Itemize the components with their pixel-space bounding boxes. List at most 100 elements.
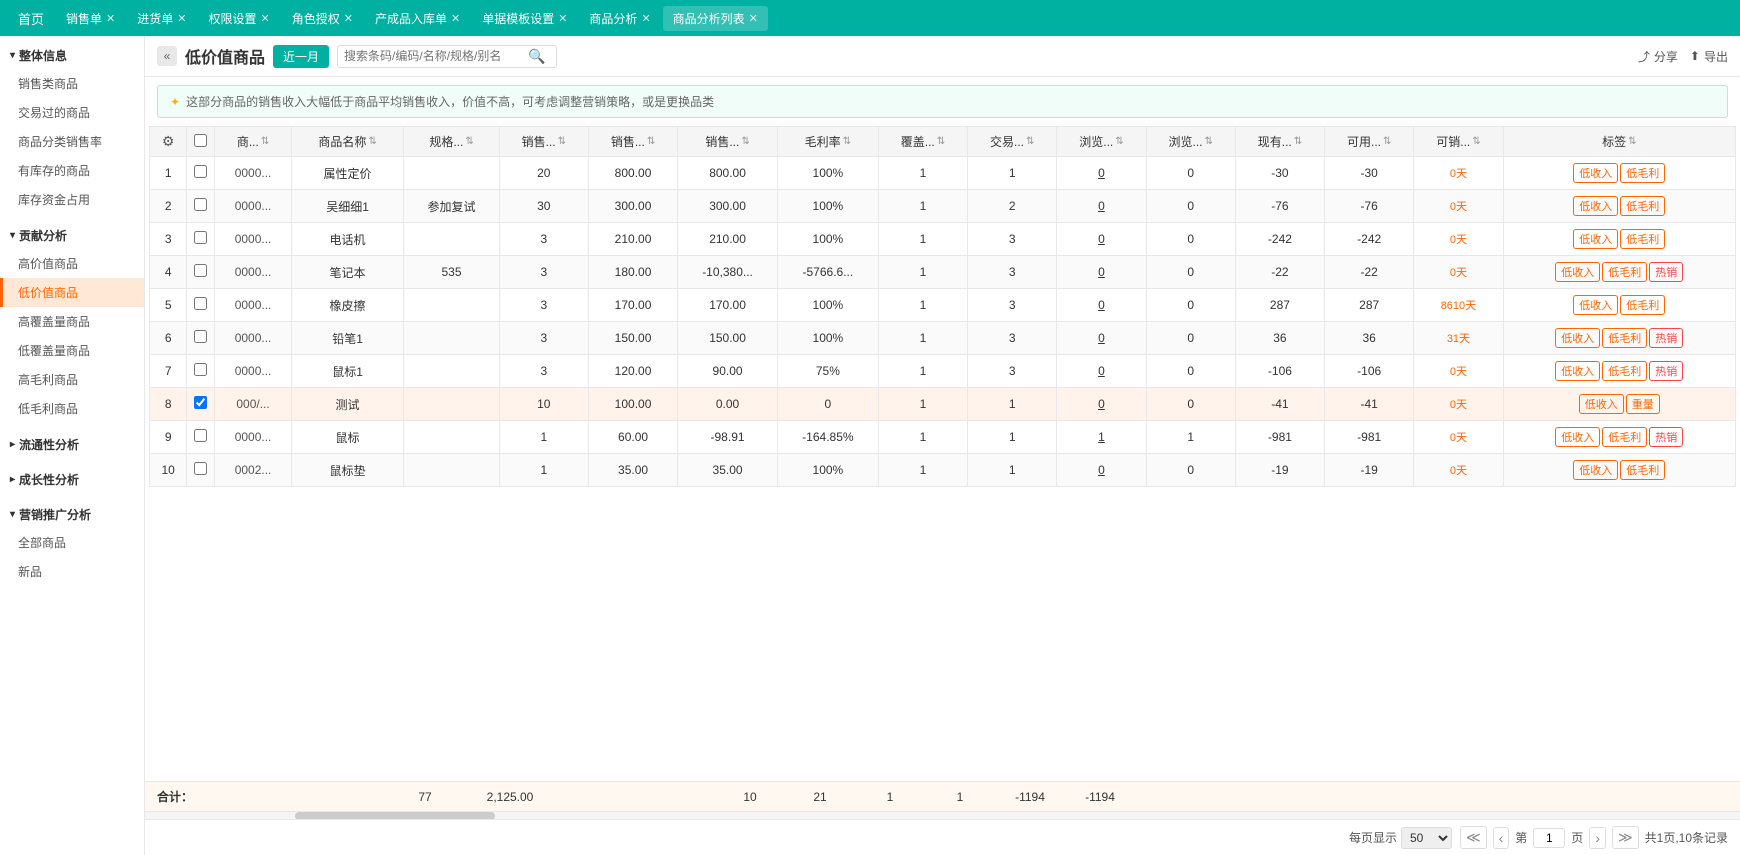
collapse-sidebar-button[interactable]: « [157, 46, 177, 66]
row-code[interactable]: 0000... [215, 421, 291, 454]
sidebar-group-circulation-title[interactable]: ▸ 流通性分析 [0, 431, 144, 458]
nav-permission-close[interactable]: ✕ [261, 12, 270, 25]
col-current-stock[interactable]: 现有...⇅ [1235, 127, 1324, 157]
prev-page-button[interactable]: ‹ [1493, 827, 1510, 849]
row-product-name[interactable]: 吴细细1 [291, 190, 404, 223]
row-checkbox[interactable] [194, 396, 207, 409]
nav-permission[interactable]: 权限设置 ✕ [198, 6, 279, 31]
sidebar-item-high-coverage[interactable]: 高覆盖量商品 [0, 307, 144, 336]
row-product-name[interactable]: 属性定价 [291, 157, 404, 190]
col-code[interactable]: 商...⇅ [215, 127, 291, 157]
page-number-input[interactable] [1533, 828, 1565, 848]
nav-goods-analysis-list-close[interactable]: ✕ [749, 12, 758, 25]
row-product-name[interactable]: 鼠标1 [291, 355, 404, 388]
col-gross-margin[interactable]: 毛利率⇅ [777, 127, 878, 157]
nav-template[interactable]: 单据模板设置 ✕ [472, 6, 577, 31]
row-product-name[interactable]: 笔记本 [291, 256, 404, 289]
horizontal-scrollbar[interactable] [145, 811, 1740, 819]
sidebar-group-overview-title[interactable]: ▾ 整体信息 [0, 42, 144, 69]
nav-purchase[interactable]: 进货单 ✕ [127, 6, 196, 31]
row-code[interactable]: 0000... [215, 256, 291, 289]
sidebar-group-contribution-title[interactable]: ▾ 贡献分析 [0, 222, 144, 249]
nav-role-close[interactable]: ✕ [344, 12, 353, 25]
search-icon[interactable]: 🔍 [528, 48, 545, 65]
browse-link[interactable]: 0 [1098, 199, 1105, 213]
col-sales1[interactable]: 销售...⇅ [499, 127, 588, 157]
col-sales3[interactable]: 销售...⇅ [678, 127, 778, 157]
sidebar-item-new-goods[interactable]: 新品 [0, 557, 144, 586]
nav-product-inbound[interactable]: 产成品入库单 ✕ [365, 6, 470, 31]
sidebar-item-low-profit[interactable]: 低毛利商品 [0, 394, 144, 423]
row-code[interactable]: 0000... [215, 190, 291, 223]
sidebar-item-high-profit[interactable]: 高毛利商品 [0, 365, 144, 394]
browse-link[interactable]: 1 [1098, 430, 1105, 444]
col-gear[interactable]: ⚙ [150, 127, 187, 157]
select-all-checkbox[interactable] [194, 134, 207, 147]
next-page-button[interactable]: › [1589, 827, 1606, 849]
browse-link[interactable]: 0 [1098, 166, 1105, 180]
filter-recent-month-button[interactable]: 近一月 [273, 45, 329, 68]
browse-link[interactable]: 0 [1098, 265, 1105, 279]
col-sellable[interactable]: 可销...⇅ [1414, 127, 1503, 157]
row-checkbox[interactable] [194, 165, 207, 178]
browse-link[interactable]: 0 [1098, 397, 1105, 411]
sidebar-group-growth-title[interactable]: ▸ 成长性分析 [0, 466, 144, 493]
row-code[interactable]: 0002... [215, 454, 291, 487]
row-code[interactable]: 0000... [215, 157, 291, 190]
row-code[interactable]: 0000... [215, 322, 291, 355]
col-trade[interactable]: 交易...⇅ [968, 127, 1057, 157]
row-checkbox[interactable] [194, 231, 207, 244]
browse-link[interactable]: 0 [1098, 331, 1105, 345]
row-code[interactable]: 000/... [215, 388, 291, 421]
row-checkbox[interactable] [194, 297, 207, 310]
row-checkbox[interactable] [194, 462, 207, 475]
sidebar-item-all-goods[interactable]: 全部商品 [0, 528, 144, 557]
sidebar-item-high-value[interactable]: 高价值商品 [0, 249, 144, 278]
col-sales2[interactable]: 销售...⇅ [588, 127, 677, 157]
nav-goods-analysis[interactable]: 商品分析 ✕ [579, 6, 660, 31]
row-product-name[interactable]: 橡皮擦 [291, 289, 404, 322]
row-product-name[interactable]: 电话机 [291, 223, 404, 256]
row-checkbox[interactable] [194, 264, 207, 277]
sidebar-item-low-value[interactable]: 低价值商品 [0, 278, 144, 307]
col-tags[interactable]: 标签⇅ [1503, 127, 1735, 157]
nav-sales[interactable]: 销售单 ✕ [56, 6, 125, 31]
browse-link[interactable]: 0 [1098, 463, 1105, 477]
sidebar-item-inventory-capital[interactable]: 库存资金占用 [0, 185, 144, 214]
sidebar-item-sales-goods[interactable]: 销售类商品 [0, 69, 144, 98]
first-page-button[interactable]: ≪ [1460, 826, 1487, 849]
last-page-button[interactable]: ≫ [1612, 826, 1639, 849]
col-spec[interactable]: 规格...⇅ [404, 127, 499, 157]
row-checkbox[interactable] [194, 429, 207, 442]
search-input[interactable] [344, 49, 524, 63]
export-button[interactable]: ⬆ 导出 [1690, 48, 1728, 65]
row-product-name[interactable]: 测试 [291, 388, 404, 421]
col-coverage[interactable]: 覆盖...⇅ [878, 127, 967, 157]
row-product-name[interactable]: 鼠标 [291, 421, 404, 454]
gear-icon[interactable]: ⚙ [162, 133, 175, 149]
sidebar-item-instock-goods[interactable]: 有库存的商品 [0, 156, 144, 185]
row-checkbox[interactable] [194, 198, 207, 211]
nav-template-close[interactable]: ✕ [558, 12, 567, 25]
col-browse2[interactable]: 浏览...⇅ [1146, 127, 1235, 157]
col-name[interactable]: 商品名称⇅ [291, 127, 404, 157]
browse-link[interactable]: 0 [1098, 364, 1105, 378]
nav-goods-analysis-list[interactable]: 商品分析列表 ✕ [663, 6, 768, 31]
share-button[interactable]: ⤴ 分享 [1638, 48, 1678, 65]
row-product-name[interactable]: 鼠标垫 [291, 454, 404, 487]
browse-link[interactable]: 0 [1098, 232, 1105, 246]
sidebar-item-category-sales-rate[interactable]: 商品分类销售率 [0, 127, 144, 156]
row-product-name[interactable]: 铅笔1 [291, 322, 404, 355]
row-checkbox[interactable] [194, 330, 207, 343]
nav-sales-close[interactable]: ✕ [106, 12, 115, 25]
sidebar-group-marketing-title[interactable]: ▾ 营销推广分析 [0, 501, 144, 528]
row-code[interactable]: 0000... [215, 223, 291, 256]
col-available[interactable]: 可用...⇅ [1325, 127, 1414, 157]
nav-home[interactable]: 首页 [8, 5, 54, 32]
sidebar-item-low-coverage[interactable]: 低覆盖量商品 [0, 336, 144, 365]
per-page-select[interactable]: 50 20 100 [1401, 827, 1452, 849]
nav-goods-analysis-close[interactable]: ✕ [641, 12, 650, 25]
sidebar-item-traded-goods[interactable]: 交易过的商品 [0, 98, 144, 127]
nav-purchase-close[interactable]: ✕ [177, 12, 186, 25]
col-browse1[interactable]: 浏览...⇅ [1057, 127, 1146, 157]
